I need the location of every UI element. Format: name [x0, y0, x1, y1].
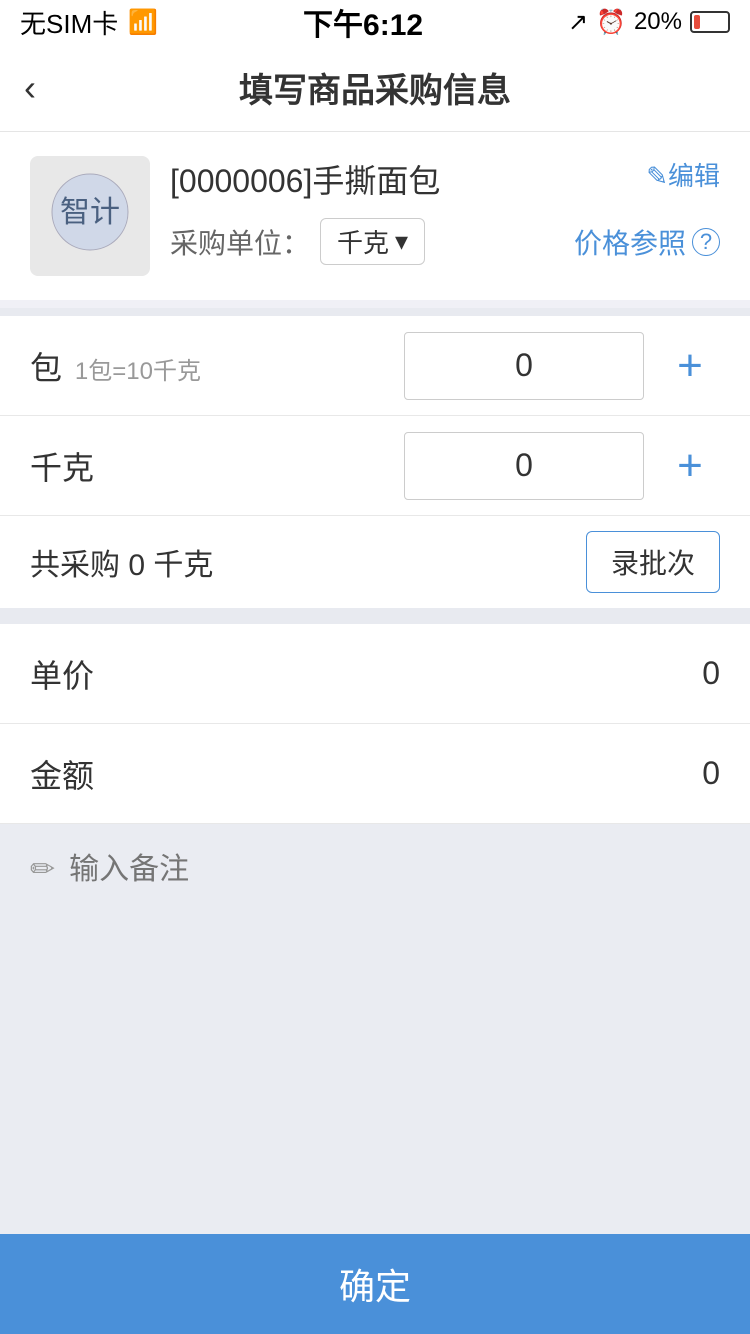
bao-input[interactable] — [404, 332, 644, 400]
unit-price-value: 0 — [702, 655, 720, 692]
price-ref-button[interactable]: 价格参照 ? — [574, 222, 720, 262]
amount-row: 金额 0 — [0, 724, 750, 824]
summary-row: 共采购 0 千克 录批次 — [0, 516, 750, 616]
separator-2 — [0, 616, 750, 624]
kg-plus-button[interactable]: + — [660, 436, 720, 496]
summary-text: 共采购 0 千克 — [30, 540, 213, 584]
product-info: [0000006]手撕面包 ✎编辑 采购单位： 千克 ▾ 价格参照 ? — [170, 156, 720, 265]
unit-price-label: 单价 — [30, 651, 94, 697]
product-name: [0000006]手撕面包 — [170, 156, 440, 202]
bao-plus-button[interactable]: + — [660, 336, 720, 396]
confirm-button[interactable]: 确定 — [0, 1234, 750, 1334]
amount-value: 0 — [702, 755, 720, 792]
unit-price-row: 单价 0 — [0, 624, 750, 724]
kg-field-wrapper: + — [130, 432, 720, 500]
bao-row: 包 1包=10千克 + — [0, 316, 750, 416]
bao-field-wrapper: + — [221, 332, 720, 400]
notes-input[interactable] — [69, 853, 720, 887]
edit-button[interactable]: ✎编辑 — [646, 156, 720, 193]
bao-label: 包 1包=10千克 — [30, 343, 201, 389]
status-bar: 无SIM卡 📶 下午6:12 ↗ ⏰ 20% — [0, 0, 750, 44]
price-ref-icon: ? — [692, 228, 720, 256]
kg-label: 千克 — [30, 443, 110, 489]
nav-bar: ‹ 填写商品采购信息 — [0, 44, 750, 132]
product-unit-row: 采购单位： 千克 ▾ 价格参照 ? — [170, 218, 720, 265]
status-time: 下午6:12 — [303, 0, 423, 44]
battery-pct: 20% — [634, 8, 682, 36]
product-logo: 智计 — [50, 172, 130, 260]
status-carrier: 无SIM卡 📶 — [20, 4, 158, 41]
separator-1 — [0, 308, 750, 316]
product-header: [0000006]手撕面包 ✎编辑 — [170, 156, 720, 202]
product-card: 智计 [0000006]手撕面包 ✎编辑 采购单位： 千克 ▾ 价格参照 ? — [0, 132, 750, 308]
amount-label: 金额 — [30, 751, 94, 797]
batch-button[interactable]: 录批次 — [586, 531, 720, 593]
location-icon: ↗ — [568, 8, 588, 37]
price-section: 单价 0 金额 0 — [0, 624, 750, 824]
kg-input[interactable] — [404, 432, 644, 500]
wifi-icon: 📶 — [128, 8, 158, 37]
battery-icon — [690, 11, 730, 33]
product-thumbnail: 智计 — [30, 156, 150, 276]
kg-row: 千克 + — [0, 416, 750, 516]
page-title: 填写商品采购信息 — [239, 63, 511, 112]
unit-dropdown[interactable]: 千克 ▾ — [320, 218, 425, 265]
carrier-text: 无SIM卡 — [20, 4, 118, 41]
alarm-icon: ⏰ — [596, 8, 626, 37]
notes-icon: ✏ — [30, 852, 55, 887]
status-right: ↗ ⏰ 20% — [568, 8, 730, 37]
back-button[interactable]: ‹ — [24, 67, 36, 109]
input-section: 包 1包=10千克 + 千克 + — [0, 316, 750, 516]
notes-section: ✏ — [0, 824, 750, 915]
svg-text:智计: 智计 — [60, 196, 120, 229]
unit-label: 采购单位： 千克 ▾ — [170, 218, 425, 265]
